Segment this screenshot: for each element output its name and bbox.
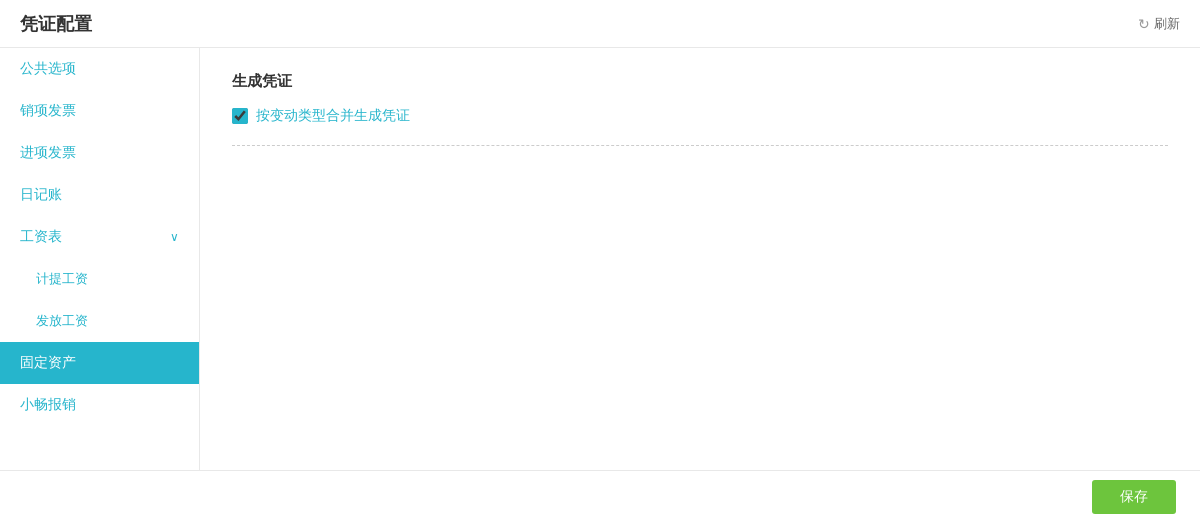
sidebar-item-public-options[interactable]: 公共选项 <box>0 48 199 90</box>
merge-voucher-checkbox[interactable] <box>232 108 248 124</box>
refresh-button[interactable]: ↻ 刷新 <box>1138 15 1180 33</box>
sidebar-item-expense-report[interactable]: 小畅报销 <box>0 384 199 426</box>
sidebar: 公共选项销项发票进项发票日记账工资表 ∨ 计提工资发放工资固定资产小畅报销 <box>0 48 200 470</box>
page-title: 凭证配置 <box>20 12 92 36</box>
checkbox-row: 按变动类型合并生成凭证 <box>232 107 1168 125</box>
main-content: 公共选项销项发票进项发票日记账工资表 ∨ 计提工资发放工资固定资产小畅报销 生成凭证… <box>0 48 1200 470</box>
sidebar-item-purchase-invoice[interactable]: 进项发票 <box>0 132 199 174</box>
sidebar-item-pay-payroll[interactable]: 发放工资 <box>0 300 199 342</box>
footer: 保存 <box>0 470 1200 522</box>
sidebar-label-calc-payroll: 计提工资 <box>36 270 88 288</box>
sidebar-label-payroll-table: 工资表 <box>20 228 62 246</box>
sidebar-label-expense-report: 小畅报销 <box>20 396 76 414</box>
sidebar-item-payroll-table[interactable]: 工资表 ∨ <box>0 216 199 258</box>
sidebar-item-journal[interactable]: 日记账 <box>0 174 199 216</box>
save-button[interactable]: 保存 <box>1092 480 1176 514</box>
sidebar-label-purchase-invoice: 进项发票 <box>20 144 76 162</box>
chevron-down-icon: ∨ <box>170 230 179 244</box>
sidebar-item-calc-payroll[interactable]: 计提工资 <box>0 258 199 300</box>
merge-voucher-label[interactable]: 按变动类型合并生成凭证 <box>256 107 410 125</box>
sidebar-item-fixed-assets[interactable]: 固定资产 <box>0 342 199 384</box>
section-divider <box>232 145 1168 146</box>
header: 凭证配置 ↻ 刷新 <box>0 0 1200 48</box>
sidebar-label-pay-payroll: 发放工资 <box>36 312 88 330</box>
sidebar-label-sales-invoice: 销项发票 <box>20 102 76 120</box>
section-title: 生成凭证 <box>232 72 1168 91</box>
sidebar-item-sales-invoice[interactable]: 销项发票 <box>0 90 199 132</box>
sidebar-label-public-options: 公共选项 <box>20 60 76 78</box>
refresh-label: 刷新 <box>1154 15 1180 33</box>
content-panel: 生成凭证 按变动类型合并生成凭证 <box>200 48 1200 470</box>
sidebar-label-fixed-assets: 固定资产 <box>20 354 76 372</box>
refresh-icon: ↻ <box>1138 16 1150 32</box>
sidebar-label-journal: 日记账 <box>20 186 62 204</box>
